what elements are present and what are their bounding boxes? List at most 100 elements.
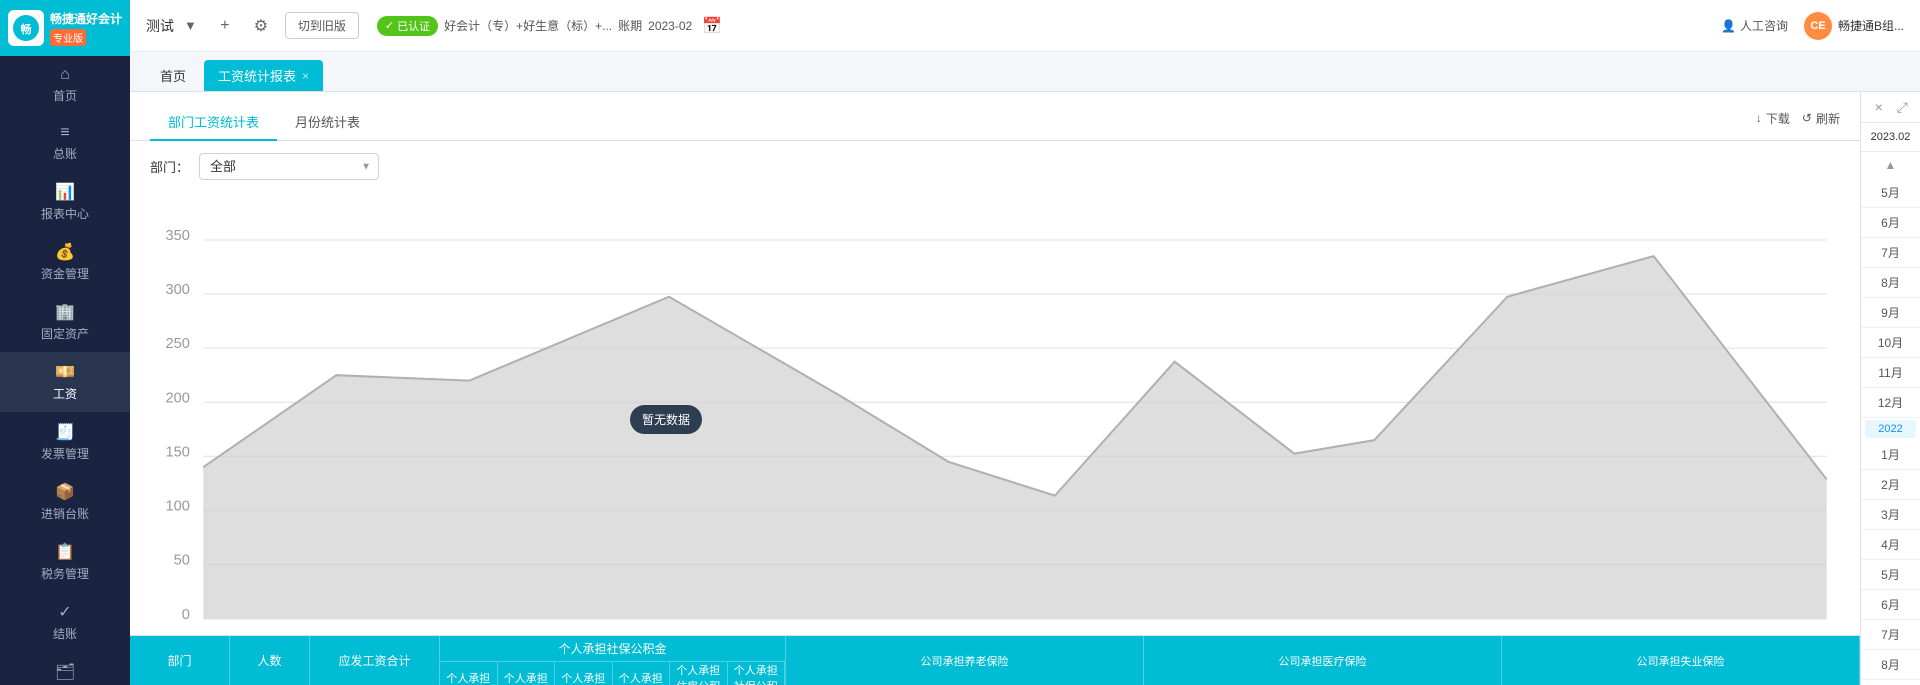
sidebar-item-salary[interactable]: 💴 工资 — [0, 352, 130, 412]
panel-controls: × ⤢ — [1861, 92, 1920, 123]
customer-service[interactable]: 👤 人工咨询 — [1721, 17, 1788, 34]
svg-text:350: 350 — [166, 228, 190, 244]
avatar: CE — [1804, 12, 1832, 40]
filter-bar: 部门： 全部 行政部 财务部 销售部 技术部 — [130, 141, 1860, 192]
sidebar-item-funds[interactable]: 💰 资金管理 — [0, 232, 130, 292]
col-company-pension: 公司承担养老保险 — [786, 636, 1144, 685]
period-value: 2023-02 — [648, 19, 692, 33]
col-group-personal-cells: 个人承担养老保险 个人承担医疗保险 个人承担失业保险 个人承担大额医疗 个人承担 — [440, 662, 785, 685]
svg-text:150: 150 — [166, 444, 190, 460]
col-headcount: 人数 — [230, 636, 310, 685]
date-item-2021-11[interactable]: 11月 — [1861, 358, 1920, 388]
svg-text:50: 50 — [174, 553, 190, 569]
content-area: 部门工资统计表 月份统计表 ↓ 下载 ↺ 刷新 — [130, 92, 1920, 685]
sidebar-item-archive[interactable]: 🗂 归档管理 — [0, 652, 130, 685]
main-area: 测试 ▼ + ⚙ 切到旧版 ✓ 已认证 好会计（专）+好生意（标）+... 账期… — [130, 0, 1920, 685]
sub-tab-dept[interactable]: 部门工资统计表 — [150, 104, 277, 141]
page-panel: 部门工资统计表 月份统计表 ↓ 下载 ↺ 刷新 — [130, 92, 1860, 685]
sidebar-item-settle[interactable]: ✓ 结账 — [0, 592, 130, 652]
col-major-medical: 个人承担大额医疗 — [613, 662, 671, 685]
svg-text:畅: 畅 — [21, 22, 32, 36]
tax-icon: 📋 — [55, 542, 75, 562]
workspace-title: 测试 — [146, 16, 174, 36]
date-item-2021-12[interactable]: 12月 — [1861, 388, 1920, 418]
date-item-2022-3[interactable]: 3月 — [1861, 500, 1920, 530]
col-group-personal: 个人承担社保公积金 个人承担养老保险 个人承担医疗保险 个人承担失业保险 — [440, 636, 786, 685]
date-item-2022-1[interactable]: 1月 — [1861, 440, 1920, 470]
close-tab-icon[interactable]: × — [302, 69, 309, 83]
svg-text:100: 100 — [166, 498, 190, 514]
sales-icon: 📦 — [55, 482, 75, 502]
check-icon: ✓ — [385, 19, 394, 32]
tabs-bar: 首页 工资统计报表 × — [130, 52, 1920, 92]
salary-icon: 💴 — [55, 362, 75, 382]
dept-select[interactable]: 全部 行政部 财务部 销售部 技术部 — [199, 153, 379, 180]
col-unemployment: 个人承担失业保险 — [555, 662, 613, 685]
date-item-2022-7[interactable]: 7月 — [1861, 620, 1920, 650]
year-badge-2022: 2022 — [1865, 420, 1916, 438]
dept-filter-label: 部门： — [150, 157, 189, 176]
sidebar-item-invoice[interactable]: 🧾 发票管理 — [0, 412, 130, 472]
topbar: 测试 ▼ + ⚙ 切到旧版 ✓ 已认证 好会计（专）+好生意（标）+... 账期… — [130, 0, 1920, 52]
refresh-button[interactable]: ↺ 刷新 — [1802, 110, 1840, 127]
sidebar: 畅 畅捷通好会计 专业版 ⌂ 首页 ≡ 总账 📊 报表中心 💰 资金管理 🏢 固… — [0, 0, 130, 685]
svg-text:200: 200 — [166, 390, 190, 406]
col-personal-total: 个人承担社保公积金合计 — [728, 662, 786, 685]
col-housing-fund: 个人承担住房公积金 — [670, 662, 728, 685]
col-pension: 个人承担养老保险 — [440, 662, 498, 685]
sidebar-item-assets[interactable]: 🏢 固定资产 — [0, 292, 130, 352]
sidebar-item-tax[interactable]: 📋 税务管理 — [0, 532, 130, 592]
download-button[interactable]: ↓ 下载 — [1756, 110, 1790, 127]
settings-button[interactable]: ⚙ — [247, 12, 275, 40]
sidebar-item-home[interactable]: ⌂ 首页 — [0, 56, 130, 114]
col-total-salary: 应发工资合计 — [310, 636, 440, 685]
sidebar-item-sales[interactable]: 📦 进销台账 — [0, 472, 130, 532]
date-item-2021-5[interactable]: 5月 — [1861, 178, 1920, 208]
workspace-dropdown[interactable]: ▼ — [184, 18, 197, 33]
switch-version-button[interactable]: 切到旧版 — [285, 12, 359, 39]
date-nav-up[interactable]: ▲ — [1861, 152, 1920, 178]
invoice-icon: 🧾 — [55, 422, 75, 442]
col-company-unemployment: 公司承担失业保险 — [1502, 636, 1860, 685]
sidebar-nav: ⌂ 首页 ≡ 总账 📊 报表中心 💰 资金管理 🏢 固定资产 💴 工资 🧾 发票… — [0, 56, 130, 685]
topbar-right: 👤 人工咨询 CE 畅捷通B组... — [1721, 12, 1904, 40]
date-item-2021-10[interactable]: 10月 — [1861, 328, 1920, 358]
close-panel-button[interactable]: × — [1869, 96, 1889, 118]
date-item-2021-7[interactable]: 7月 — [1861, 238, 1920, 268]
date-item-2022-5[interactable]: 5月 — [1861, 560, 1920, 590]
date-item-2022-2[interactable]: 2月 — [1861, 470, 1920, 500]
svg-text:0: 0 — [182, 607, 190, 623]
date-item-2022-8[interactable]: 8月 — [1861, 650, 1920, 680]
add-button[interactable]: + — [211, 12, 239, 40]
date-item-2022-6[interactable]: 6月 — [1861, 590, 1920, 620]
topbar-actions: + ⚙ — [211, 12, 275, 40]
table-header: 部门 人数 应发工资合计 个人承担社保公积金 个人承担养老保险 — [130, 635, 1860, 685]
tab-salary-report[interactable]: 工资统计报表 × — [204, 60, 323, 91]
tab-home[interactable]: 首页 — [146, 60, 200, 91]
app-logo: 畅 畅捷通好会计 专业版 — [0, 0, 130, 56]
maximize-panel-button[interactable]: ⤢ — [1893, 96, 1913, 118]
funds-icon: 💰 — [55, 242, 75, 262]
date-item-2021-9[interactable]: 9月 — [1861, 298, 1920, 328]
sub-tab-monthly[interactable]: 月份统计表 — [277, 104, 378, 141]
col-company-medical: 公司承担医疗保险 — [1144, 636, 1502, 685]
date-panel-header: 2023.02 — [1861, 123, 1920, 152]
date-item-2021-6[interactable]: 6月 — [1861, 208, 1920, 238]
date-item-2022-4[interactable]: 4月 — [1861, 530, 1920, 560]
settle-icon: ✓ — [55, 602, 75, 622]
col-medical: 个人承担医疗保险 — [498, 662, 556, 685]
chart-area: 0 50 100 150 200 250 300 350 — [130, 192, 1860, 635]
refresh-icon: ↺ — [1802, 111, 1812, 125]
sidebar-item-ledger[interactable]: ≡ 总账 — [0, 114, 130, 172]
date-item-2022-9[interactable]: 9月 — [1861, 680, 1920, 685]
date-item-2021-8[interactable]: 8月 — [1861, 268, 1920, 298]
calendar-button[interactable]: 📅 — [698, 12, 726, 40]
reports-icon: 📊 — [55, 182, 75, 202]
user-profile[interactable]: CE 畅捷通B组... — [1804, 12, 1904, 40]
sub-tab-actions: ↓ 下载 ↺ 刷新 — [1756, 110, 1840, 135]
logo-text: 畅捷通好会计 专业版 — [50, 10, 122, 46]
product-tags: 好会计（专）+好生意（标）+... — [444, 17, 612, 34]
sidebar-item-reports[interactable]: 📊 报表中心 — [0, 172, 130, 232]
dept-select-wrapper: 全部 行政部 财务部 销售部 技术部 — [199, 153, 379, 180]
svg-text:300: 300 — [166, 282, 190, 298]
